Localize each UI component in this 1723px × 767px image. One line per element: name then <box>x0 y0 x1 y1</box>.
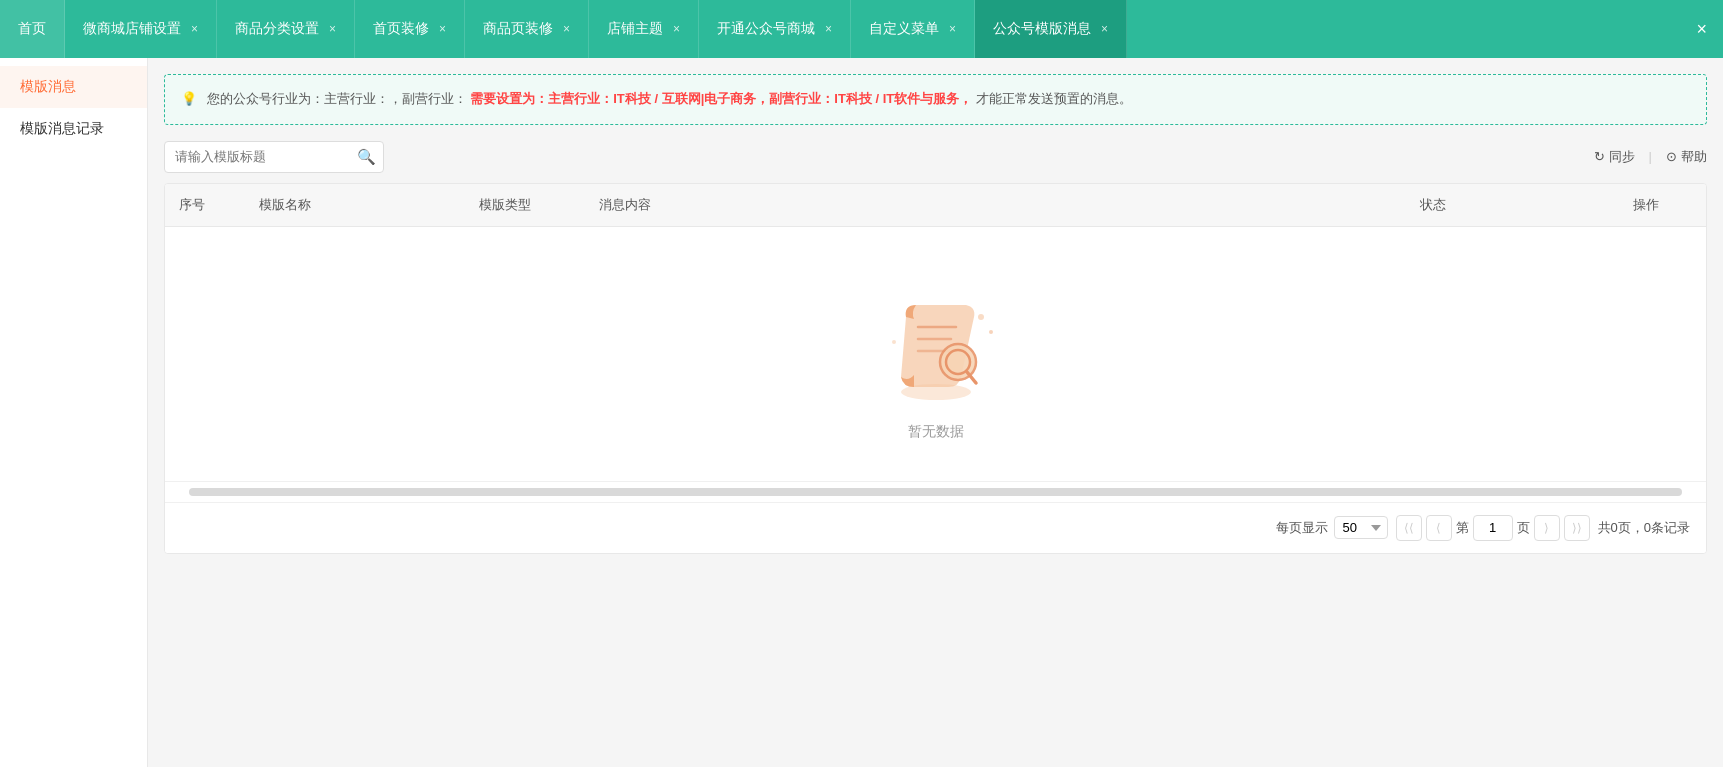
tab-product-decor[interactable]: 商品页装修 × <box>465 0 589 58</box>
tab-home-decor-label: 首页装修 <box>373 20 429 38</box>
tab-store-settings-close[interactable]: × <box>191 22 198 36</box>
tab-open-wechat-mall-close[interactable]: × <box>825 22 832 36</box>
help-button[interactable]: ⊙ 帮助 <box>1666 148 1707 166</box>
global-close-button[interactable]: × <box>1680 0 1723 58</box>
tab-category-settings[interactable]: 商品分类设置 × <box>217 0 355 58</box>
help-label: 帮助 <box>1681 148 1707 166</box>
table-header: 序号 模版名称 模版类型 消息内容 状态 操作 <box>165 184 1706 227</box>
tab-store-settings[interactable]: 微商城店铺设置 × <box>65 0 217 58</box>
tab-template-msg-close[interactable]: × <box>1101 22 1108 36</box>
svg-point-9 <box>892 340 896 344</box>
sync-label: 同步 <box>1609 148 1635 166</box>
first-page-button[interactable]: ⟨⟨ <box>1396 515 1422 541</box>
last-page-button[interactable]: ⟩⟩ <box>1564 515 1590 541</box>
col-name: 模版名称 <box>245 184 465 226</box>
tab-custom-menu-label: 自定义菜单 <box>869 20 939 38</box>
horizontal-scrollbar[interactable] <box>189 488 1682 496</box>
scrollbar-wrap <box>165 481 1706 502</box>
notice-box: 💡 您的公众号行业为：主营行业：，副营行业： 需要设置为：主营行业：IT科技 /… <box>164 74 1707 125</box>
svg-point-7 <box>978 314 984 320</box>
page-size-dropdown[interactable]: 50 10 20 100 <box>1334 516 1388 539</box>
col-type: 模版类型 <box>465 184 585 226</box>
page-navigation: ⟨⟨ ⟨ 第 页 ⟩ ⟩⟩ <box>1396 515 1590 541</box>
col-action: 操作 <box>1586 184 1706 226</box>
col-seq: 序号 <box>165 184 245 226</box>
divider: | <box>1649 149 1652 164</box>
total-info: 共0页，0条记录 <box>1598 519 1690 537</box>
tab-home-label: 首页 <box>18 20 46 38</box>
search-bar: 🔍 ↻ 同步 | ⊙ 帮助 <box>164 141 1707 173</box>
search-left: 🔍 <box>164 141 384 173</box>
tab-store-settings-label: 微商城店铺设置 <box>83 20 181 38</box>
tab-product-decor-close[interactable]: × <box>563 22 570 36</box>
tab-custom-menu[interactable]: 自定义菜单 × <box>851 0 975 58</box>
tab-category-settings-close[interactable]: × <box>329 22 336 36</box>
sidebar-item-template-msg[interactable]: 模版消息 <box>0 66 147 108</box>
notice-suffix: 才能正常发送预置的消息。 <box>976 91 1132 106</box>
content-area: 💡 您的公众号行业为：主营行业：，副营行业： 需要设置为：主营行业：IT科技 /… <box>148 58 1723 767</box>
tab-custom-menu-close[interactable]: × <box>949 22 956 36</box>
next-page-button[interactable]: ⟩ <box>1534 515 1560 541</box>
sidebar-item-template-msg-record[interactable]: 模版消息记录 <box>0 108 147 150</box>
tab-template-msg-label: 公众号模版消息 <box>993 20 1091 38</box>
tab-open-wechat-mall[interactable]: 开通公众号商城 × <box>699 0 851 58</box>
tab-bar: 首页 微商城店铺设置 × 商品分类设置 × 首页装修 × 商品页装修 × 店铺主… <box>0 0 1723 58</box>
tab-home-decor-close[interactable]: × <box>439 22 446 36</box>
col-content: 消息内容 <box>585 184 1406 226</box>
page-prefix: 第 <box>1456 519 1469 537</box>
tab-open-wechat-mall-label: 开通公众号商城 <box>717 20 815 38</box>
tab-home-decor[interactable]: 首页装修 × <box>355 0 465 58</box>
page-size-label: 每页显示 <box>1276 519 1328 537</box>
tab-template-msg[interactable]: 公众号模版消息 × <box>975 0 1127 58</box>
empty-state: 暂无数据 <box>165 227 1706 481</box>
search-icon[interactable]: 🔍 <box>357 148 376 166</box>
tab-product-decor-label: 商品页装修 <box>483 20 553 38</box>
main-layout: 模版消息 模版消息记录 💡 您的公众号行业为：主营行业：，副营行业： 需要设置为… <box>0 58 1723 767</box>
empty-text: 暂无数据 <box>908 423 964 441</box>
page-label: 页 <box>1517 519 1530 537</box>
svg-point-8 <box>989 330 993 334</box>
sync-icon: ↻ <box>1594 149 1605 164</box>
help-icon: ⊙ <box>1666 149 1677 164</box>
page-size-select: 每页显示 50 10 20 100 <box>1276 516 1388 539</box>
tab-store-theme[interactable]: 店铺主题 × <box>589 0 699 58</box>
tab-store-theme-close[interactable]: × <box>673 22 680 36</box>
current-page-input[interactable] <box>1473 515 1513 541</box>
search-input[interactable] <box>164 141 384 173</box>
empty-illustration-svg <box>876 287 996 407</box>
empty-illustration <box>876 287 996 407</box>
notice-highlight: 需要设置为：主营行业：IT科技 / 互联网|电子商务，副营行业：IT科技 / I… <box>470 91 972 106</box>
tab-category-settings-label: 商品分类设置 <box>235 20 319 38</box>
prev-page-button[interactable]: ⟨ <box>1426 515 1452 541</box>
sync-button[interactable]: ↻ 同步 <box>1594 148 1635 166</box>
pagination-bar: 每页显示 50 10 20 100 ⟨⟨ ⟨ 第 页 ⟩ ⟩⟩ <box>165 502 1706 553</box>
data-table: 序号 模版名称 模版类型 消息内容 状态 操作 <box>164 183 1707 554</box>
tab-store-theme-label: 店铺主题 <box>607 20 663 38</box>
sidebar: 模版消息 模版消息记录 <box>0 58 148 767</box>
bulb-icon: 💡 <box>181 91 197 106</box>
col-status: 状态 <box>1406 184 1586 226</box>
notice-prefix: 您的公众号行业为：主营行业：，副营行业： <box>207 91 467 106</box>
search-right: ↻ 同步 | ⊙ 帮助 <box>1594 148 1707 166</box>
tab-home[interactable]: 首页 <box>0 0 65 58</box>
search-input-wrap: 🔍 <box>164 141 384 173</box>
